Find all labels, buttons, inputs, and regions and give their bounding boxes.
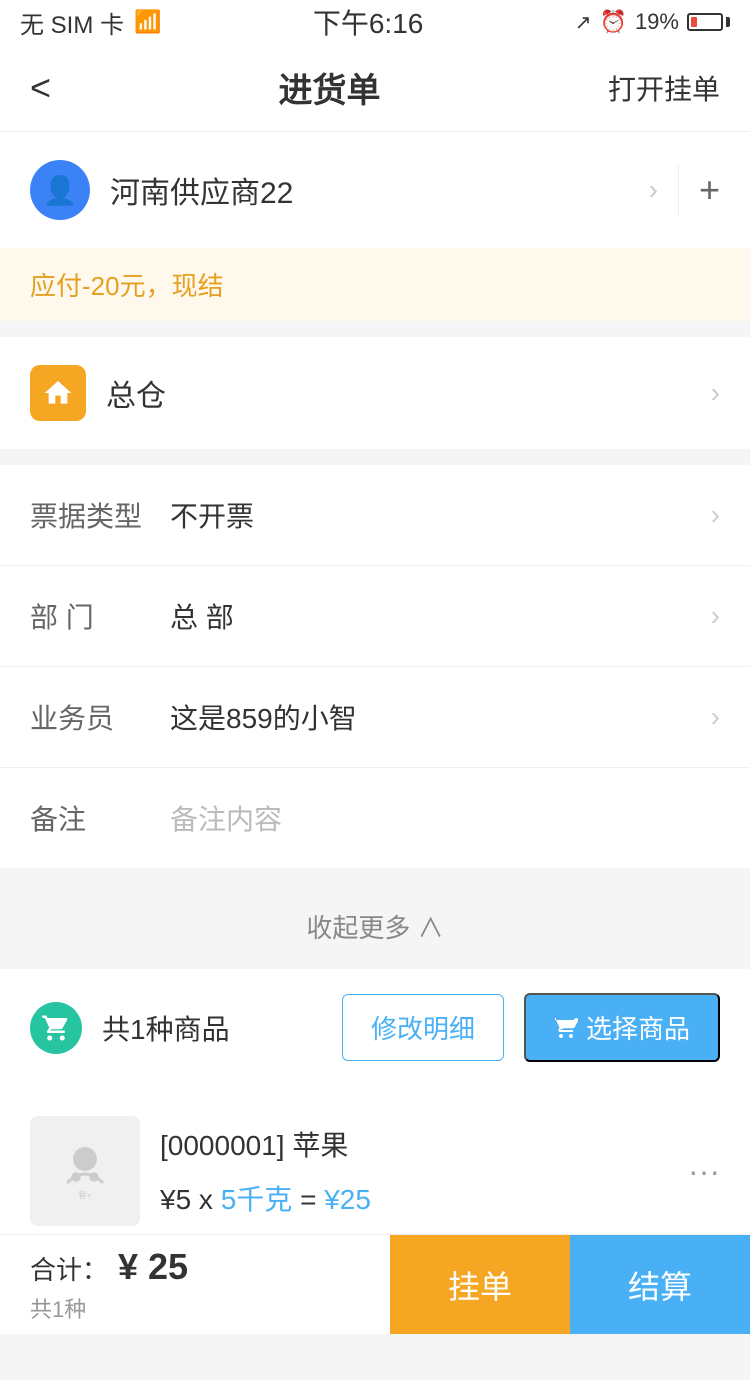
sales-label: 业务员 — [30, 697, 170, 737]
form-row-ticket[interactable]: 票据类型 不开票 › — [0, 465, 750, 565]
product-item: 智+ [0000001] 苹果 ¥5 x 5千克 = ¥25 ··· — [0, 1088, 750, 1254]
product-info: [0000001] 苹果 ¥5 x 5千克 = ¥25 — [160, 1124, 668, 1218]
products-header: 共1种商品 修改明细 选择商品 — [0, 969, 750, 1086]
price-eq: = — [300, 1184, 324, 1215]
location-icon: ↗ — [575, 10, 592, 35]
product-more-button[interactable]: ··· — [688, 1153, 720, 1190]
battery-icon — [687, 13, 730, 31]
bottom-bar: 合计： ¥ 25 共1种 挂单 结算 — [0, 1234, 750, 1334]
chevron-right-icon: › — [711, 377, 720, 409]
add-button[interactable]: + — [699, 169, 720, 211]
supplier-avatar: 👤 — [30, 160, 90, 220]
product-thumbnail: 智+ — [30, 1116, 140, 1226]
wifi-icon: 📶 — [134, 9, 161, 35]
edit-details-button[interactable]: 修改明细 — [342, 994, 504, 1061]
no-sim-label: 无 SIM 卡 — [20, 5, 124, 40]
supplier-section: 👤 河南供应商22 › + 应付-20元，现结 — [0, 132, 750, 321]
price-total: ¥25 — [324, 1184, 371, 1215]
price-unit: ¥5 x — [160, 1184, 221, 1215]
status-right: ↗ ⏰ 19% — [575, 9, 730, 35]
products-count: 共1种商品 — [102, 1008, 322, 1048]
total-line: 合计： ¥ 25 — [30, 1246, 360, 1288]
status-left: 无 SIM 卡 📶 — [20, 5, 161, 40]
status-bar: 无 SIM 卡 📶 下午6:16 ↗ ⏰ 19% — [0, 0, 750, 44]
alert-banner: 应付-20元，现结 — [0, 248, 750, 321]
warehouse-icon — [30, 365, 86, 421]
warehouse-name: 总仓 — [106, 371, 711, 415]
select-product-button[interactable]: 选择商品 — [524, 993, 720, 1062]
open-pending-button[interactable]: 打开挂单 — [608, 68, 720, 108]
supplier-name: 河南供应商22 — [110, 168, 649, 212]
warehouse-row[interactable]: 总仓 › — [0, 337, 750, 449]
products-icon — [30, 1002, 82, 1054]
product-name: [0000001] 苹果 — [160, 1124, 668, 1164]
price-qty: 5千克 — [221, 1184, 293, 1215]
chevron-right-icon: › — [711, 701, 720, 733]
sales-value: 这是859的小智 — [170, 697, 711, 737]
checkout-button[interactable]: 结算 — [570, 1235, 750, 1334]
form-row-department[interactable]: 部 门 总 部 › — [0, 565, 750, 666]
form-row-notes[interactable]: 备注 备注内容 — [0, 767, 750, 868]
products-section: 共1种商品 修改明细 选择商品 智+ [0000001] 苹果 ¥5 x — [0, 969, 750, 1254]
status-time: 下午6:16 — [313, 2, 424, 42]
warehouse-section: 总仓 › — [0, 337, 750, 449]
collapse-button[interactable]: 收起更多 ∧ — [0, 884, 750, 969]
battery-pct: 19% — [635, 9, 679, 35]
svg-text:智+: 智+ — [78, 1190, 91, 1200]
dept-label: 部 门 — [30, 596, 170, 636]
chevron-right-icon: › — [711, 499, 720, 531]
form-row-salesperson[interactable]: 业务员 这是859的小智 › — [0, 666, 750, 767]
ticket-label: 票据类型 — [30, 495, 170, 535]
page-title: 进货单 — [279, 63, 381, 112]
nav-bar: < 进货单 打开挂单 — [0, 44, 750, 132]
total-section: 合计： ¥ 25 共1种 — [0, 1235, 390, 1334]
back-button[interactable]: < — [30, 67, 51, 109]
chevron-right-icon: › — [711, 600, 720, 632]
total-label: 合计： — [30, 1250, 108, 1287]
select-product-label: 选择商品 — [586, 1009, 690, 1046]
supplier-row[interactable]: 👤 河南供应商22 › + — [0, 132, 750, 248]
avatar-icon: 👤 — [43, 174, 78, 207]
total-amount: ¥ 25 — [118, 1246, 188, 1288]
notes-label: 备注 — [30, 798, 170, 838]
form-section: 票据类型 不开票 › 部 门 总 部 › 业务员 这是859的小智 › 备注 备… — [0, 465, 750, 868]
dept-value: 总 部 — [170, 596, 711, 636]
total-sub: 共1种 — [30, 1292, 360, 1324]
product-code: [0000001] 苹果 — [160, 1130, 348, 1161]
hang-button[interactable]: 挂单 — [390, 1235, 570, 1334]
chevron-right-icon: › — [649, 174, 658, 206]
ticket-value: 不开票 — [170, 495, 711, 535]
divider — [678, 165, 679, 215]
notes-value: 备注内容 — [170, 798, 720, 838]
alarm-icon: ⏰ — [600, 9, 627, 35]
product-price: ¥5 x 5千克 = ¥25 — [160, 1178, 668, 1218]
